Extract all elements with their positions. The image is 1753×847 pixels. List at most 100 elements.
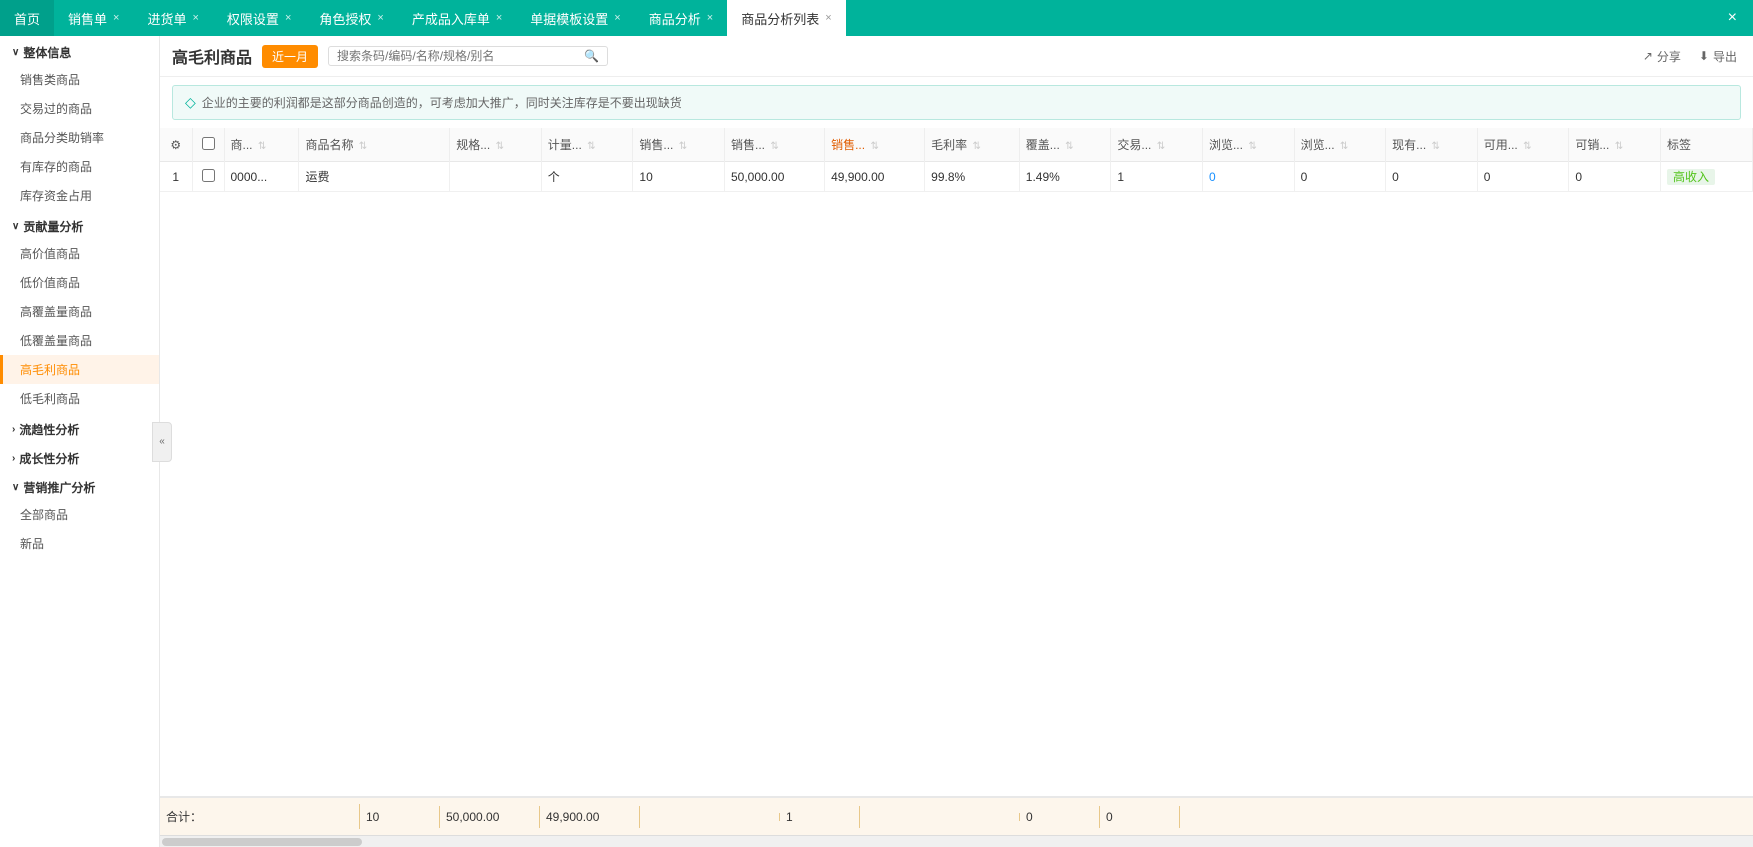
- nav-close-purchase-order[interactable]: ×: [192, 12, 198, 24]
- sidebar-collapse-button[interactable]: «: [152, 422, 172, 462]
- sort-icon-views1[interactable]: ⇅: [1248, 141, 1256, 152]
- nav-product-analysis[interactable]: 商品分析 ×: [635, 0, 727, 36]
- cell-code: 0000...: [224, 162, 299, 192]
- nav-close-role-auth[interactable]: ×: [377, 12, 383, 24]
- footer-spacer1: [640, 813, 780, 821]
- th-saleable[interactable]: 可销... ⇅: [1569, 128, 1661, 162]
- sidebar-group-marketing[interactable]: ∨ 营销推广分析: [0, 471, 159, 500]
- nav-close-product-analysis[interactable]: ×: [707, 12, 713, 24]
- nav-product-analysis-list[interactable]: 商品分析列表 ×: [727, 0, 845, 36]
- nav-sales-order[interactable]: 销售单 ×: [54, 0, 133, 36]
- table-container[interactable]: ⚙ 商... ⇅ 商品名称 ⇅: [160, 128, 1753, 796]
- sort-icon-gross-rate[interactable]: ⇅: [973, 141, 981, 152]
- sort-icon-coverage[interactable]: ⇅: [1065, 141, 1073, 152]
- sidebar-group-trend[interactable]: › 流趋性分析: [0, 413, 159, 442]
- sidebar-wrapper: ∨ 整体信息 销售类商品 交易过的商品 商品分类助销率 有库存的商品 库存资金占…: [0, 36, 160, 847]
- th-checkbox[interactable]: [192, 128, 224, 162]
- sidebar-item-traded-goods[interactable]: 交易过的商品: [0, 94, 159, 123]
- cell-current-stock: 0: [1386, 162, 1478, 192]
- export-button[interactable]: ⬇ 导出: [1695, 46, 1741, 67]
- select-all-checkbox[interactable]: [202, 137, 215, 150]
- horizontal-scrollbar[interactable]: [160, 835, 1753, 847]
- nav-close-product-inbound[interactable]: ×: [496, 12, 502, 24]
- nav-close-permission-settings[interactable]: ×: [285, 12, 291, 24]
- nav-close-sales-order[interactable]: ×: [113, 12, 119, 24]
- sidebar-item-high-margin[interactable]: 高毛利商品: [0, 355, 159, 384]
- search-input[interactable]: [337, 49, 584, 63]
- sidebar-item-category-sales-rate[interactable]: 商品分类助销率: [0, 123, 159, 152]
- share-button[interactable]: ↗ 分享: [1639, 46, 1685, 67]
- footer-available: 0: [1100, 806, 1180, 828]
- row-checkbox[interactable]: [202, 169, 215, 182]
- period-button[interactable]: 近一月: [262, 45, 318, 68]
- th-unit[interactable]: 计量... ⇅: [541, 128, 633, 162]
- nav-role-auth[interactable]: 角色授权 ×: [305, 0, 397, 36]
- th-sales-profit[interactable]: 销售... ⇅: [825, 128, 925, 162]
- window-close-button[interactable]: ×: [1712, 0, 1753, 36]
- cell-gross-rate: 99.8%: [925, 162, 1020, 192]
- sidebar-item-low-margin[interactable]: 低毛利商品: [0, 384, 159, 413]
- sort-icon-sales-profit[interactable]: ⇅: [870, 141, 878, 152]
- th-sales-amount[interactable]: 销售... ⇅: [724, 128, 824, 162]
- cell-checkbox[interactable]: [192, 162, 224, 192]
- th-views2[interactable]: 浏览... ⇅: [1294, 128, 1386, 162]
- sidebar-group-growth[interactable]: › 成长性分析: [0, 442, 159, 471]
- sidebar-item-high-value[interactable]: 高价值商品: [0, 239, 159, 268]
- th-current-stock[interactable]: 现有... ⇅: [1386, 128, 1478, 162]
- search-icon[interactable]: 🔍: [584, 49, 599, 63]
- sidebar-item-stock-capital[interactable]: 库存资金占用: [0, 181, 159, 210]
- nav-purchase-order[interactable]: 进货单 ×: [133, 0, 212, 36]
- sort-icon-unit[interactable]: ⇅: [587, 141, 595, 152]
- th-available[interactable]: 可用... ⇅: [1477, 128, 1569, 162]
- th-tag[interactable]: 标签: [1660, 128, 1752, 162]
- nav-home[interactable]: 首页: [0, 0, 54, 36]
- sort-icon-saleable[interactable]: ⇅: [1615, 141, 1623, 152]
- table-footer: 合计： 10 50,000.00 49,900.00 1 0 0: [160, 796, 1753, 835]
- arrow-overall: ∨: [12, 47, 19, 58]
- th-views1[interactable]: 浏览... ⇅: [1202, 128, 1294, 162]
- th-coverage[interactable]: 覆盖... ⇅: [1019, 128, 1111, 162]
- nav-close-template-settings[interactable]: ×: [614, 12, 620, 24]
- cell-name: 运费: [299, 162, 450, 192]
- th-name[interactable]: 商品名称 ⇅: [299, 128, 450, 162]
- footer-sales-qty: 10: [360, 806, 440, 828]
- th-code[interactable]: 商... ⇅: [224, 128, 299, 162]
- cell-tag: 高收入: [1660, 162, 1752, 192]
- th-transactions[interactable]: 交易... ⇅: [1111, 128, 1203, 162]
- sidebar-item-all-goods[interactable]: 全部商品: [0, 500, 159, 529]
- sidebar-item-in-stock-goods[interactable]: 有库存的商品: [0, 152, 159, 181]
- cell-sales-profit: 49,900.00: [825, 162, 925, 192]
- footer-spacer2: [860, 813, 1020, 821]
- sort-icon-spec[interactable]: ⇅: [496, 141, 504, 152]
- scrollbar-thumb[interactable]: [162, 838, 362, 846]
- sidebar: ∨ 整体信息 销售类商品 交易过的商品 商品分类助销率 有库存的商品 库存资金占…: [0, 36, 160, 847]
- cell-views1[interactable]: 0: [1202, 162, 1294, 192]
- sort-icon-transactions[interactable]: ⇅: [1157, 141, 1165, 152]
- sort-icon-views2[interactable]: ⇅: [1340, 141, 1348, 152]
- sidebar-item-sales-goods[interactable]: 销售类商品: [0, 65, 159, 94]
- sidebar-group-overall[interactable]: ∨ 整体信息: [0, 36, 159, 65]
- page-title: 高毛利商品: [172, 44, 252, 68]
- sidebar-item-new-goods[interactable]: 新品: [0, 529, 159, 558]
- sort-icon-sales-qty[interactable]: ⇅: [679, 141, 687, 152]
- sort-icon-name[interactable]: ⇅: [359, 141, 367, 152]
- sidebar-item-low-value[interactable]: 低价值商品: [0, 268, 159, 297]
- sidebar-item-low-coverage[interactable]: 低覆盖量商品: [0, 326, 159, 355]
- nav-template-settings[interactable]: 单据模板设置 ×: [516, 0, 634, 36]
- top-navigation: 首页 销售单 × 进货单 × 权限设置 × 角色授权 × 产成品入库单 × 单据…: [0, 0, 1753, 36]
- nav-close-product-analysis-list[interactable]: ×: [825, 12, 831, 24]
- th-settings[interactable]: ⚙: [160, 128, 192, 162]
- footer-label: 合计：: [160, 804, 360, 829]
- th-spec[interactable]: 规格... ⇅: [450, 128, 542, 162]
- tag-badge: 高收入: [1667, 169, 1715, 185]
- nav-permission-settings[interactable]: 权限设置 ×: [213, 0, 305, 36]
- th-gross-rate[interactable]: 毛利率 ⇅: [925, 128, 1020, 162]
- sort-icon-available[interactable]: ⇅: [1523, 141, 1531, 152]
- sidebar-group-contribution[interactable]: ∨ 贡献量分析: [0, 210, 159, 239]
- th-sales-qty[interactable]: 销售... ⇅: [633, 128, 725, 162]
- sort-icon-current-stock[interactable]: ⇅: [1432, 141, 1440, 152]
- sort-icon-sales-amount[interactable]: ⇅: [770, 141, 778, 152]
- nav-product-inbound[interactable]: 产成品入库单 ×: [398, 0, 516, 36]
- sidebar-item-high-coverage[interactable]: 高覆盖量商品: [0, 297, 159, 326]
- sort-icon-code[interactable]: ⇅: [258, 141, 266, 152]
